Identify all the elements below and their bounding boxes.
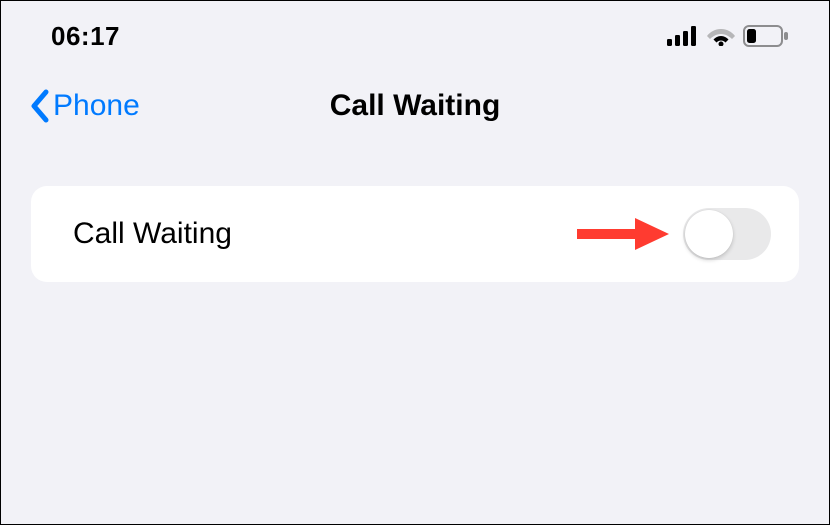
status-bar: 06:17 [1,1,829,61]
battery-icon [743,25,789,47]
annotation-arrow-icon [573,214,669,254]
page-title: Call Waiting [330,89,501,123]
cellular-signal-icon [667,26,699,46]
toggle-knob [685,210,733,258]
back-button-label: Phone [53,89,140,123]
content-area: Call Waiting [1,131,829,282]
call-waiting-row: Call Waiting [31,186,799,282]
wifi-icon [707,26,735,46]
chevron-left-icon [29,88,51,124]
status-time: 06:17 [51,21,120,52]
call-waiting-label: Call Waiting [73,217,232,251]
back-button[interactable]: Phone [29,88,140,124]
call-waiting-toggle[interactable] [683,208,771,260]
navigation-bar: Phone Call Waiting [1,61,829,131]
status-icons [667,25,789,47]
